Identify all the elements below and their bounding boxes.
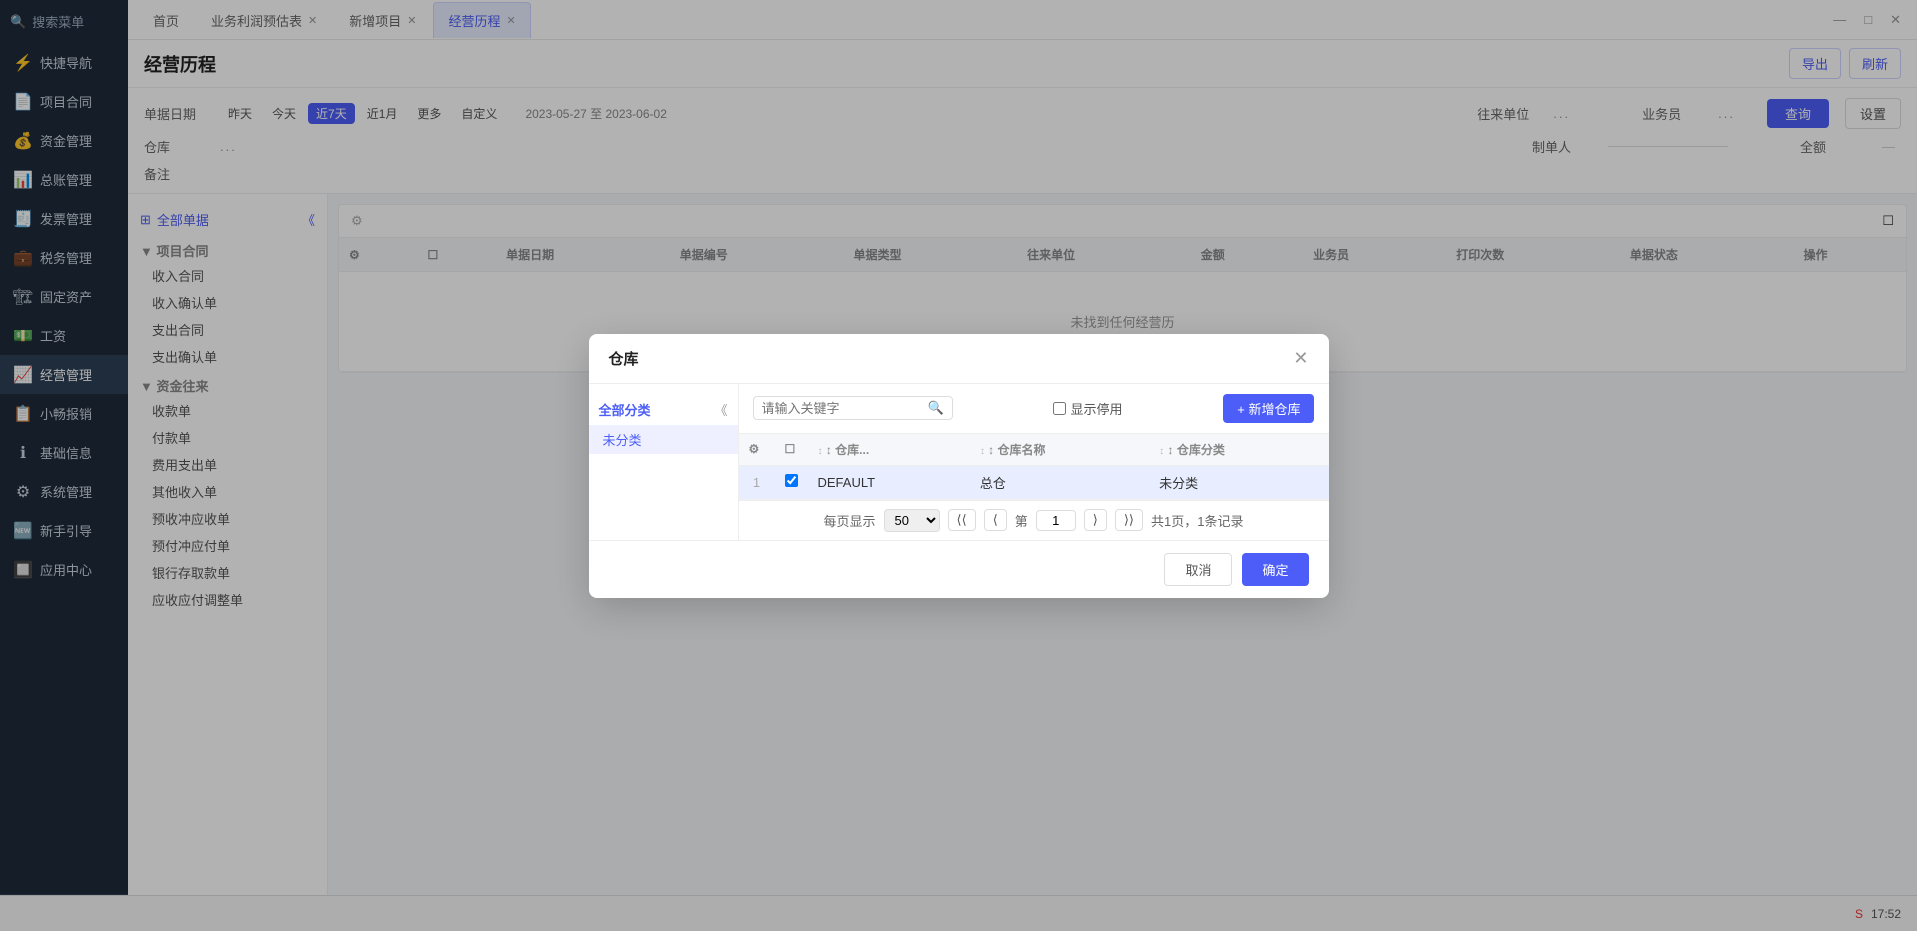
dialog-main: 🔍 显示停用 + 新增仓库 ⚙ ☐ ↕ ↕ 仓库.. (739, 384, 1329, 540)
dialog-body: 全部分类 《 未分类 🔍 显示停用 + 新增仓库 (589, 384, 1329, 540)
dialog-sidebar-header[interactable]: 全部分类 《 (589, 394, 738, 425)
cancel-button[interactable]: 取消 (1164, 553, 1232, 586)
dialog-sidebar-unclassified[interactable]: 未分类 (589, 425, 738, 454)
dialog-th-category: ↕ ↕ 仓库分类 (1149, 434, 1328, 466)
dialog-table-row[interactable]: 1 DEFAULT 总仓 未分类 (739, 465, 1329, 499)
dialog-th-settings: ⚙ (739, 434, 775, 466)
confirm-button[interactable]: 确定 (1242, 553, 1308, 586)
row-name: 总仓 (970, 465, 1149, 499)
dialog-next-page[interactable]: ⟩ (1084, 509, 1107, 531)
dialog-page-label: 第 (1015, 511, 1028, 530)
show-disabled-checkbox[interactable]: 显示停用 (1053, 399, 1122, 418)
add-warehouse-button[interactable]: + 新增仓库 (1223, 394, 1314, 423)
row-check-input[interactable] (785, 474, 798, 487)
dialog-prev-page[interactable]: ⟨ (984, 509, 1007, 531)
dialog-th-code: ↕ ↕ 仓库... (808, 434, 970, 466)
dialog-collapse-icon[interactable]: 《 (714, 400, 727, 419)
dialog-close-button[interactable]: ✕ (1293, 348, 1308, 369)
dialog-title: 仓库 (609, 348, 639, 369)
dialog-sidebar: 全部分类 《 未分类 (589, 384, 739, 540)
dialog-th-name: ↕ ↕ 仓库名称 (970, 434, 1149, 466)
dialog-overlay[interactable]: 仓库 ✕ 全部分类 《 未分类 🔍 (0, 0, 1917, 931)
dialog-first-page[interactable]: ⟨⟨ (948, 509, 976, 531)
dialog-last-page[interactable]: ⟩⟩ (1115, 509, 1143, 531)
show-disabled-label: 显示停用 (1070, 399, 1122, 418)
dialog-th-checkbox: ☐ (775, 434, 808, 466)
dialog-per-page-label: 每页显示 (824, 511, 876, 530)
dialog-table-wrap: ⚙ ☐ ↕ ↕ 仓库... ↕ ↕ 仓库名称 ↕ ↕ 仓库分类 1 (739, 434, 1329, 500)
dialog-toolbar: 🔍 显示停用 + 新增仓库 (739, 384, 1329, 434)
dialog-search-icon[interactable]: 🔍 (928, 400, 944, 416)
dialog-page-size-select[interactable]: 50 100 (884, 509, 940, 532)
show-disabled-input[interactable] (1053, 402, 1066, 415)
dialog-search-input[interactable] (762, 401, 922, 416)
row-checkbox[interactable] (775, 465, 808, 499)
dialog-page-input[interactable] (1036, 510, 1076, 531)
row-code: DEFAULT (808, 465, 970, 499)
dialog-header: 仓库 ✕ (589, 334, 1329, 384)
dialog-pagination: 每页显示 50 100 ⟨⟨ ⟨ 第 ⟩ ⟩⟩ 共1页，1条记录 (739, 500, 1329, 540)
dialog-actions: 取消 确定 (589, 540, 1329, 598)
dialog-total-info: 共1页，1条记录 (1151, 511, 1243, 530)
warehouse-dialog: 仓库 ✕ 全部分类 《 未分类 🔍 (589, 334, 1329, 598)
dialog-all-label: 全部分类 (599, 400, 651, 419)
dialog-table: ⚙ ☐ ↕ ↕ 仓库... ↕ ↕ 仓库名称 ↕ ↕ 仓库分类 1 (739, 434, 1329, 500)
row-index: 1 (739, 465, 775, 499)
dialog-search-box: 🔍 (753, 396, 953, 420)
row-category: 未分类 (1149, 465, 1328, 499)
